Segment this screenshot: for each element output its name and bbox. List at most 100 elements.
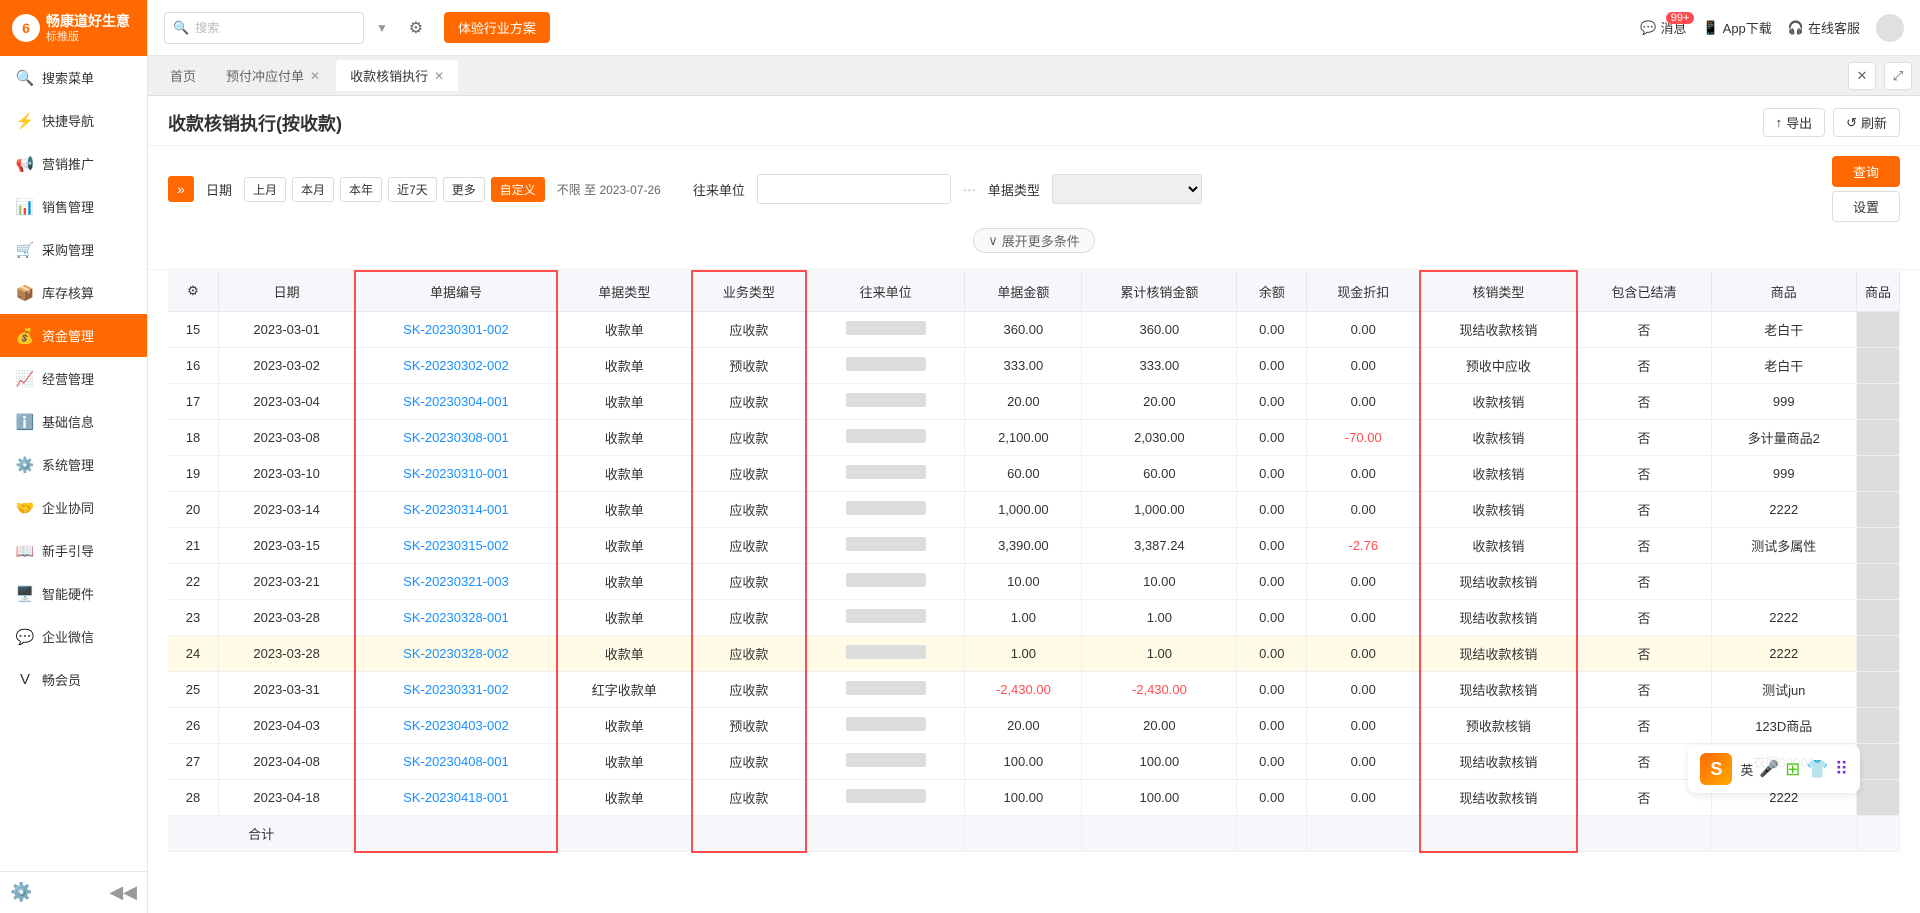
voucher-link[interactable]: SK-20230308-001 — [403, 430, 509, 445]
watermark-mic-icon: 🎤 — [1759, 759, 1779, 779]
tabs-bar: 首页预付冲应付单✕收款核销执行✕ ✕ ⤢ — [148, 56, 1920, 96]
voucher-link[interactable]: SK-20230331-002 — [403, 682, 509, 697]
voucher-link[interactable]: SK-20230408-001 — [403, 754, 509, 769]
settings-icon[interactable]: ⚙️ — [10, 882, 32, 903]
custom-date-btn[interactable]: 自定义 — [491, 177, 545, 202]
sidebar-item-2[interactable]: 📢营销推广 — [0, 142, 147, 185]
voucher-type-select[interactable] — [1052, 174, 1202, 204]
cell-voucher-no: SK-20230302-002 — [355, 348, 556, 384]
counterparty-input[interactable] — [757, 174, 951, 204]
filter-toggle-btn[interactable]: » — [168, 176, 194, 202]
dropdown-arrow[interactable]: ▼ — [376, 21, 388, 35]
sidebar-item-10[interactable]: 🤝企业协同 — [0, 486, 147, 529]
voucher-link[interactable]: SK-20230321-003 — [403, 574, 509, 589]
cell-voucher-type: 收款单 — [557, 492, 692, 528]
table-header-row: ⚙ 日期 单据编号 单据类型 业务类型 往来单位 单据金额 累计核销金额 余额 … — [168, 271, 1900, 312]
watermark-text: 英 — [1740, 760, 1753, 779]
logo: 6 畅康道好生意 标推版 — [0, 0, 147, 56]
cell-date: 2023-04-08 — [218, 744, 355, 780]
this-month-btn[interactable]: 本月 — [292, 177, 334, 202]
voucher-link[interactable]: SK-20230328-002 — [403, 646, 509, 661]
cell-accumulated: 1.00 — [1082, 636, 1237, 672]
refresh-button[interactable]: ↺ 刷新 — [1833, 108, 1900, 137]
sidebar-item-4[interactable]: 🛒采购管理 — [0, 228, 147, 271]
cell-counterparty — [806, 312, 965, 348]
search-box[interactable]: 🔍 搜索 — [164, 12, 364, 44]
cell-discount: 0.00 — [1307, 564, 1420, 600]
more-date-btn[interactable]: 更多 — [443, 177, 485, 202]
cell-balance: 0.00 — [1237, 420, 1307, 456]
voucher-link[interactable]: SK-20230315-002 — [403, 538, 509, 553]
sidebar-label-12: 智能硬件 — [42, 584, 94, 603]
cell-balance: 0.00 — [1237, 636, 1307, 672]
this-year-btn[interactable]: 本年 — [340, 177, 382, 202]
sidebar-item-14[interactable]: V畅会员 — [0, 658, 147, 701]
tab-close-2[interactable]: ✕ — [434, 69, 444, 83]
voucher-link[interactable]: SK-20230403-002 — [403, 718, 509, 733]
solution-button[interactable]: 体验行业方案 — [444, 12, 550, 43]
cell-biz-type: 预收款 — [692, 708, 806, 744]
tab-1[interactable]: 预付冲应付单✕ — [212, 60, 334, 91]
expand-row: ∨ 展开更多条件 — [168, 222, 1900, 259]
col-settings[interactable]: ⚙ — [168, 271, 218, 312]
sidebar-icon-8: ℹ️ — [16, 413, 34, 431]
cell-included: 否 — [1577, 492, 1711, 528]
col-date: 日期 — [218, 271, 355, 312]
gear-icon[interactable]: ⚙ — [400, 12, 432, 44]
cell-included: 否 — [1577, 312, 1711, 348]
sidebar-item-1[interactable]: ⚡快捷导航 — [0, 99, 147, 142]
voucher-link[interactable]: SK-20230314-001 — [403, 502, 509, 517]
expand-tab-btn[interactable]: ⤢ — [1884, 62, 1912, 90]
voucher-link[interactable]: SK-20230328-001 — [403, 610, 509, 625]
voucher-link[interactable]: SK-20230302-002 — [403, 358, 509, 373]
cell-date: 2023-03-21 — [218, 564, 355, 600]
last-7days-btn[interactable]: 近7天 — [388, 177, 437, 202]
watermark-shirt-icon: 👕 — [1806, 759, 1828, 780]
cell-voucher-type: 收款单 — [557, 708, 692, 744]
expand-more-btn[interactable]: ∨ 展开更多条件 — [973, 228, 1095, 253]
watermark-icons: 英 🎤 ⊞ 👕 ⠿ — [1740, 759, 1848, 780]
message-btn[interactable]: 💬 消息 99+ — [1640, 18, 1686, 37]
export-button[interactable]: ↑ 导出 — [1763, 108, 1826, 137]
voucher-link[interactable]: SK-20230304-001 — [403, 394, 509, 409]
sidebar-bottom: ⚙️ ◀◀ — [0, 871, 147, 913]
query-button[interactable]: 查询 — [1832, 156, 1900, 187]
sidebar-item-11[interactable]: 📖新手引导 — [0, 529, 147, 572]
collapse-icon[interactable]: ◀◀ — [109, 882, 137, 903]
sidebar-item-0[interactable]: 🔍搜索菜单 — [0, 56, 147, 99]
cell-voucher-type: 收款单 — [557, 348, 692, 384]
tab-2[interactable]: 收款核销执行✕ — [336, 60, 458, 91]
logo-text: 畅康道好生意 标推版 — [46, 12, 130, 44]
tab-close-1[interactable]: ✕ — [310, 69, 320, 83]
tab-0[interactable]: 首页 — [156, 60, 210, 91]
cell-date: 2023-03-15 — [218, 528, 355, 564]
sidebar-item-13[interactable]: 💬企业微信 — [0, 615, 147, 658]
sidebar-icon-0: 🔍 — [16, 69, 34, 87]
sidebar-item-7[interactable]: 📈经营管理 — [0, 357, 147, 400]
sidebar-item-9[interactable]: ⚙️系统管理 — [0, 443, 147, 486]
online-service-btn[interactable]: 🎧 在线客服 — [1788, 18, 1860, 37]
sidebar-item-6[interactable]: 💰资金管理 — [0, 314, 147, 357]
cell-biz-type: 应收款 — [692, 528, 806, 564]
cell-amount: 100.00 — [965, 780, 1082, 816]
cell-counterparty — [806, 744, 965, 780]
settings-button[interactable]: 设置 — [1832, 191, 1900, 222]
sidebar-item-8[interactable]: ℹ️基础信息 — [0, 400, 147, 443]
close-tab-btn[interactable]: ✕ — [1848, 62, 1876, 90]
cell-biz-type: 应收款 — [692, 312, 806, 348]
sidebar-item-3[interactable]: 📊销售管理 — [0, 185, 147, 228]
sidebar-label-3: 销售管理 — [42, 197, 94, 216]
cell-counterparty — [806, 348, 965, 384]
cell-voucher-no: SK-20230321-003 — [355, 564, 556, 600]
app-download-btn[interactable]: 📱 App下载 — [1702, 18, 1771, 37]
voucher-link[interactable]: SK-20230310-001 — [403, 466, 509, 481]
cell-counterparty — [806, 492, 965, 528]
cell-balance: 0.00 — [1237, 744, 1307, 780]
voucher-link[interactable]: SK-20230418-001 — [403, 790, 509, 805]
sidebar-item-5[interactable]: 📦库存核算 — [0, 271, 147, 314]
last-month-btn[interactable]: 上月 — [244, 177, 286, 202]
user-avatar[interactable] — [1876, 14, 1904, 42]
sidebar-item-12[interactable]: 🖥️智能硬件 — [0, 572, 147, 615]
cell-amount: 1,000.00 — [965, 492, 1082, 528]
voucher-link[interactable]: SK-20230301-002 — [403, 322, 509, 337]
